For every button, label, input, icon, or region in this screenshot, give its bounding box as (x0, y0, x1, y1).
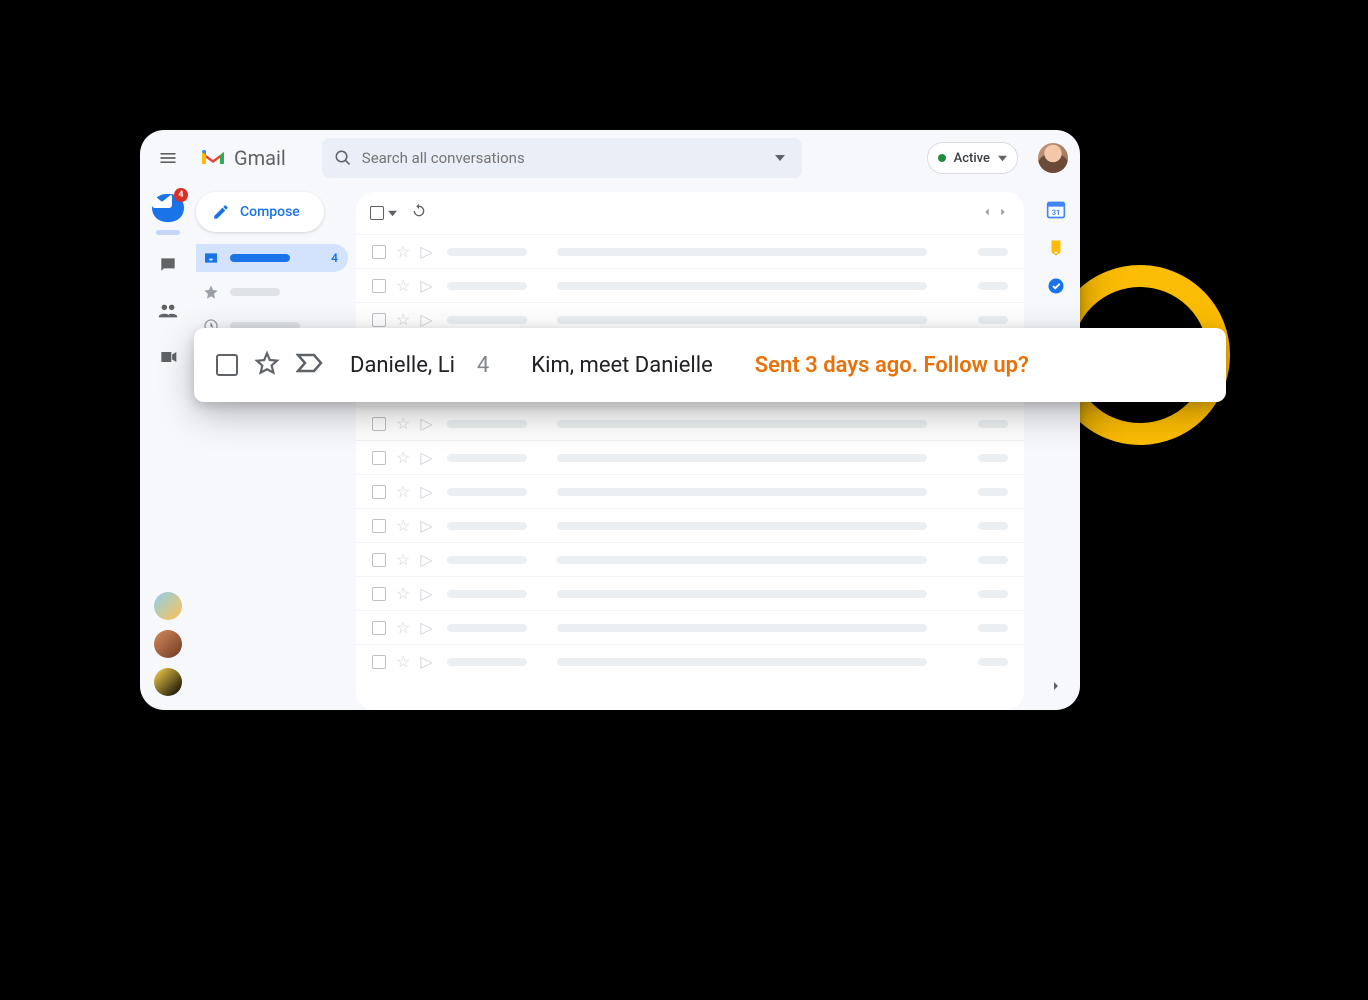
chat-icon (158, 255, 178, 275)
svg-text:31: 31 (1052, 208, 1061, 217)
highlighted-email-row[interactable]: Danielle, Li 4 Kim, meet Danielle Sent 3… (194, 328, 1226, 402)
refresh-button[interactable] (411, 203, 427, 223)
rail-mail-indicator (156, 230, 180, 235)
nav-inbox[interactable]: 4 (196, 244, 348, 272)
chevron-right-icon (996, 205, 1010, 219)
status-dot-icon (938, 154, 946, 162)
rail-meet[interactable] (152, 341, 184, 373)
caret-down-icon (998, 154, 1007, 163)
row-checkbox[interactable] (216, 354, 238, 376)
mail-badge: 4 (174, 188, 188, 202)
gmail-wordmark: Gmail (234, 146, 286, 170)
compose-button[interactable]: Compose (196, 192, 324, 232)
email-row-placeholder[interactable]: ☆▷ (356, 508, 1024, 542)
nav-starred[interactable] (196, 278, 348, 306)
email-row-placeholder[interactable]: ☆▷ (356, 474, 1024, 508)
email-row-placeholder[interactable]: ☆▷ (356, 440, 1024, 474)
keep-app[interactable] (1046, 238, 1066, 258)
pinned-contact-1[interactable] (154, 592, 182, 620)
email-row-placeholder[interactable]: ☆▷ (356, 576, 1024, 610)
select-all-checkbox[interactable] (370, 206, 397, 220)
star-outline-icon (254, 350, 280, 376)
email-row-placeholder[interactable]: ☆▷ (356, 610, 1024, 644)
calendar-icon: 31 (1046, 200, 1066, 220)
email-row-placeholder[interactable]: ☆▷ (356, 234, 1024, 268)
chevron-left-icon (980, 205, 994, 219)
row-nudge: Sent 3 days ago. Follow up? (755, 353, 1029, 378)
search-options-button[interactable] (770, 153, 790, 163)
row-thread-count: 4 (477, 353, 489, 378)
tasks-app[interactable] (1046, 276, 1066, 296)
account-avatar[interactable] (1038, 143, 1068, 173)
email-row-placeholder[interactable]: ☆▷ (356, 406, 1024, 440)
main-menu-button[interactable] (146, 136, 190, 180)
gmail-window: Gmail Active 4 (140, 130, 1080, 710)
tasks-icon (1047, 277, 1065, 295)
pinned-contact-3[interactable] (154, 668, 182, 696)
nav-inbox-label (230, 254, 290, 262)
email-list: ☆▷ ☆▷ ☆▷ ☆▷ ☆▷ ☆▷ ☆▷ ☆▷ ☆▷ ☆▷ ☆▷ (356, 234, 1024, 710)
caret-down-icon (388, 209, 397, 218)
rail-mail[interactable]: 4 (152, 192, 184, 224)
side-panel: 31 (1032, 186, 1080, 710)
row-sender: Danielle, Li (350, 353, 455, 378)
status-chip[interactable]: Active (927, 142, 1018, 174)
video-icon (158, 347, 178, 367)
sidebar: Compose 4 (196, 186, 356, 710)
importance-marker-icon (296, 351, 324, 375)
email-row-placeholder[interactable]: ☆▷ (356, 542, 1024, 576)
page-next-button[interactable] (996, 204, 1010, 223)
header: Gmail Active (140, 130, 1080, 186)
gmail-logo-icon (200, 148, 226, 168)
rail-chat[interactable] (152, 249, 184, 281)
rail-spaces[interactable] (152, 295, 184, 327)
pencil-icon (212, 203, 230, 221)
gmail-logo[interactable]: Gmail (200, 146, 286, 170)
inbox-icon (203, 250, 219, 266)
search-bar[interactable] (322, 138, 802, 178)
email-row-placeholder[interactable]: ☆▷ (356, 268, 1024, 302)
compose-label: Compose (240, 204, 300, 220)
nav-label (230, 288, 280, 296)
nav-inbox-count: 4 (331, 251, 338, 265)
row-star-button[interactable] (254, 350, 280, 380)
mail-panel: ☆▷ ☆▷ ☆▷ ☆▷ ☆▷ ☆▷ ☆▷ ☆▷ ☆▷ ☆▷ ☆▷ (356, 192, 1024, 710)
refresh-icon (411, 203, 427, 219)
star-icon (203, 284, 219, 300)
calendar-app[interactable]: 31 (1046, 200, 1066, 220)
main-area: ☆▷ ☆▷ ☆▷ ☆▷ ☆▷ ☆▷ ☆▷ ☆▷ ☆▷ ☆▷ ☆▷ (356, 186, 1032, 710)
people-icon (157, 300, 179, 322)
search-input[interactable] (362, 149, 760, 167)
app-rail: 4 (140, 186, 196, 710)
row-subject: Kim, meet Danielle (531, 353, 712, 378)
keep-icon (1047, 239, 1065, 257)
page-prev-button[interactable] (980, 204, 994, 223)
pinned-contact-2[interactable] (154, 630, 182, 658)
email-row-placeholder[interactable]: ☆▷ (356, 644, 1024, 678)
status-label: Active (954, 151, 990, 166)
chevron-right-icon (1048, 678, 1064, 694)
menu-icon (158, 148, 178, 168)
side-panel-toggle[interactable] (1048, 678, 1064, 698)
list-toolbar (356, 192, 1024, 234)
search-icon (334, 149, 352, 167)
row-important-button[interactable] (296, 351, 324, 379)
caret-down-icon (775, 153, 785, 163)
